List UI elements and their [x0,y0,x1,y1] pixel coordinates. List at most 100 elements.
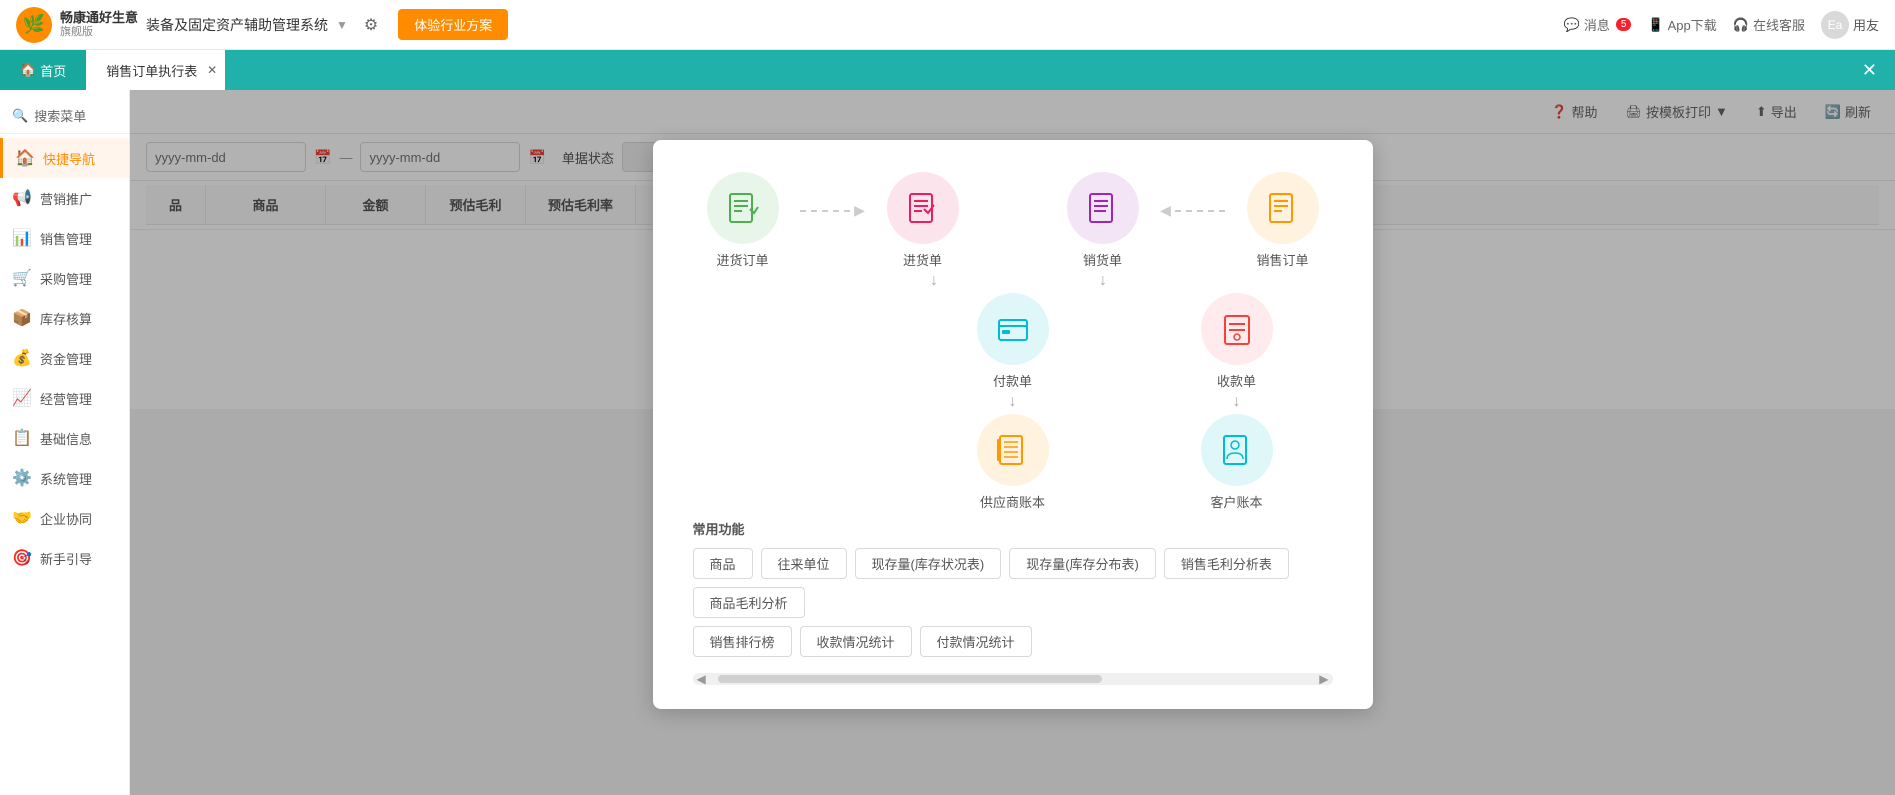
app-download-label: App下载 [1668,15,1717,34]
flow-item-purchase-receipt[interactable]: 进货单 [873,172,973,269]
message-badge: 5 [1616,18,1632,31]
flow-item-sales-receipt[interactable]: 销货单 [1053,172,1153,269]
online-service-label: 在线客服 [1753,15,1805,34]
marketing-icon: 📢 [12,188,32,208]
func-btn-payment-stats[interactable]: 付款情况统计 [920,626,1032,657]
purchase-receipt-circle [887,172,959,244]
sidebar-item-collab[interactable]: 🤝 企业协同 [0,498,129,538]
user-name: 用友 [1853,15,1879,34]
receipt-circle [1201,293,1273,365]
system-title: 装备及固定资产辅助管理系统 ▼ ⚙ 体验行业方案 [146,9,1564,40]
func-btn-product-margin[interactable]: 商品毛利分析 [693,587,805,618]
popup-card: 进货订单 ▶ [653,140,1373,709]
user-area[interactable]: Ea 用友 [1821,11,1879,39]
sidebar-item-purchase[interactable]: 🛒 采购管理 [0,258,129,298]
search-menu-label: 搜索菜单 [34,106,86,125]
func-btn-sales-ranking[interactable]: 销售排行榜 [693,626,792,657]
flow-row-arrows-down: ↓ ↓ [693,273,1333,289]
tab-sales-order-label: 销售订单执行表 [106,61,197,80]
sidebar-item-finance[interactable]: 💰 资金管理 [0,338,129,378]
header-right: 💬 消息 5 📱 App下载 🎧 在线客服 Ea 用友 [1564,11,1879,39]
system-icon: ⚙️ [12,468,32,488]
func-btn-receipt-stats[interactable]: 收款情况统计 [800,626,912,657]
func-btn-contact[interactable]: 往来单位 [761,548,847,579]
finance-icon: 💰 [12,348,32,368]
supplier-ledger-label: 供应商账本 [980,492,1045,511]
tab-home-label: 首页 [40,61,66,80]
flow-item-customer-ledger[interactable]: 客户账本 [1157,414,1317,511]
avatar: Ea [1821,11,1849,39]
sidebar-item-basic-info-label: 基础信息 [40,429,92,448]
sidebar-item-system[interactable]: ⚙️ 系统管理 [0,458,129,498]
settings-icon[interactable]: ⚙ [364,15,378,35]
sales-receipt-circle [1067,172,1139,244]
system-title-text: 装备及固定资产辅助管理系统 [146,15,328,35]
func-btn-inventory-status[interactable]: 现存量(库存状况表) [855,548,1002,579]
sidebar-item-system-label: 系统管理 [40,469,92,488]
customer-ledger-icon [1218,431,1256,469]
flow-item-receipt[interactable]: 收款单 [1157,293,1317,390]
down-arrow-receipt: ↓ [1233,394,1241,410]
online-service-item[interactable]: 🎧 在线客服 [1733,15,1805,34]
window-close-button[interactable]: ✕ [1852,60,1887,81]
guide-icon: 🎯 [12,548,32,568]
sidebar-item-basic-info[interactable]: 📋 基础信息 [0,418,129,458]
down-arrow-sales-receipt: ↓ [1099,273,1107,289]
purchase-receipt-icon [904,189,942,227]
func-btn-product[interactable]: 商品 [693,548,753,579]
logo-area: 🌿 畅康通好生意 旗舰版 [16,7,146,43]
common-functions-title: 常用功能 [693,519,1333,538]
sidebar-item-sales[interactable]: 📊 销售管理 [0,218,129,258]
sidebar-item-quicknav-label: 快捷导航 [43,149,95,168]
arrow-spacer-mid [973,172,1053,202]
sidebar-item-operations[interactable]: 📈 经营管理 [0,378,129,418]
tab-close-icon[interactable]: ✕ [207,63,217,77]
scroll-left-arrow[interactable]: ◀ [693,672,710,686]
sidebar-item-marketing-label: 营销推广 [40,189,92,208]
purchase-order-icon [724,189,762,227]
flow-item-purchase-order[interactable]: 进货订单 [693,172,793,269]
nav-tabs-bar: 🏠 首页 销售订单执行表 ✕ ✕ [0,50,1895,90]
customer-ledger-circle [1201,414,1273,486]
sidebar-item-guide[interactable]: 🎯 新手引导 [0,538,129,578]
down-arrow-purchase-receipt: ↓ [930,273,938,289]
dropdown-icon[interactable]: ▼ [336,18,348,32]
sales-icon: 📊 [12,228,32,248]
customer-ledger-label: 客户账本 [1210,492,1262,511]
sidebar-item-inventory[interactable]: 📦 库存核算 [0,298,129,338]
receipt-icon [1218,310,1256,348]
flow-row-1: 进货订单 ▶ [693,172,1333,269]
flow-item-sales-order[interactable]: 销售订单 [1233,172,1333,269]
trial-button[interactable]: 体验行业方案 [398,9,508,40]
flow-row-2: 付款单 收款单 [693,293,1333,390]
avatar-initial: Ea [1828,18,1843,32]
common-functions: 常用功能 商品 往来单位 现存量(库存状况表) 现存量(库存分布表) 销售毛利分… [693,519,1333,657]
app-download-item[interactable]: 📱 App下载 [1647,15,1716,34]
sidebar-item-inventory-label: 库存核算 [40,309,92,328]
home-icon: 🏠 [20,62,36,78]
sidebar-item-marketing[interactable]: 📢 营销推广 [0,178,129,218]
sales-receipt-label: 销货单 [1083,250,1122,269]
message-item[interactable]: 💬 消息 5 [1564,15,1632,34]
logo-sub: 旗舰版 [60,26,138,39]
tab-sales-order[interactable]: 销售订单执行表 ✕ [86,50,225,90]
arrow-purchase-to-receipt: ▶ [793,172,873,219]
sidebar-item-quicknav[interactable]: 🏠 快捷导航 [0,138,129,178]
popup-scrollbar[interactable]: ◀ ▶ [693,673,1333,685]
func-buttons-row1: 商品 往来单位 现存量(库存状况表) 现存量(库存分布表) 销售毛利分析表 商品… [693,548,1333,618]
tab-home[interactable]: 🏠 首页 [0,50,86,90]
inventory-icon: 📦 [12,308,32,328]
flow-item-supplier-ledger[interactable]: 供应商账本 [933,414,1093,511]
message-label: 消息 [1584,15,1610,34]
sidebar-item-sales-label: 销售管理 [40,229,92,248]
sales-order-circle [1247,172,1319,244]
func-btn-sales-margin[interactable]: 销售毛利分析表 [1164,548,1289,579]
operations-icon: 📈 [12,388,32,408]
scroll-right-arrow[interactable]: ▶ [1315,672,1332,686]
sidebar-item-operations-label: 经营管理 [40,389,92,408]
sidebar-item-collab-label: 企业协同 [40,509,92,528]
search-menu[interactable]: 🔍 搜索菜单 [0,98,129,134]
func-btn-inventory-dist[interactable]: 现存量(库存分布表) [1009,548,1156,579]
scrollbar-thumb[interactable] [718,675,1102,683]
flow-item-payment[interactable]: 付款单 [933,293,1093,390]
